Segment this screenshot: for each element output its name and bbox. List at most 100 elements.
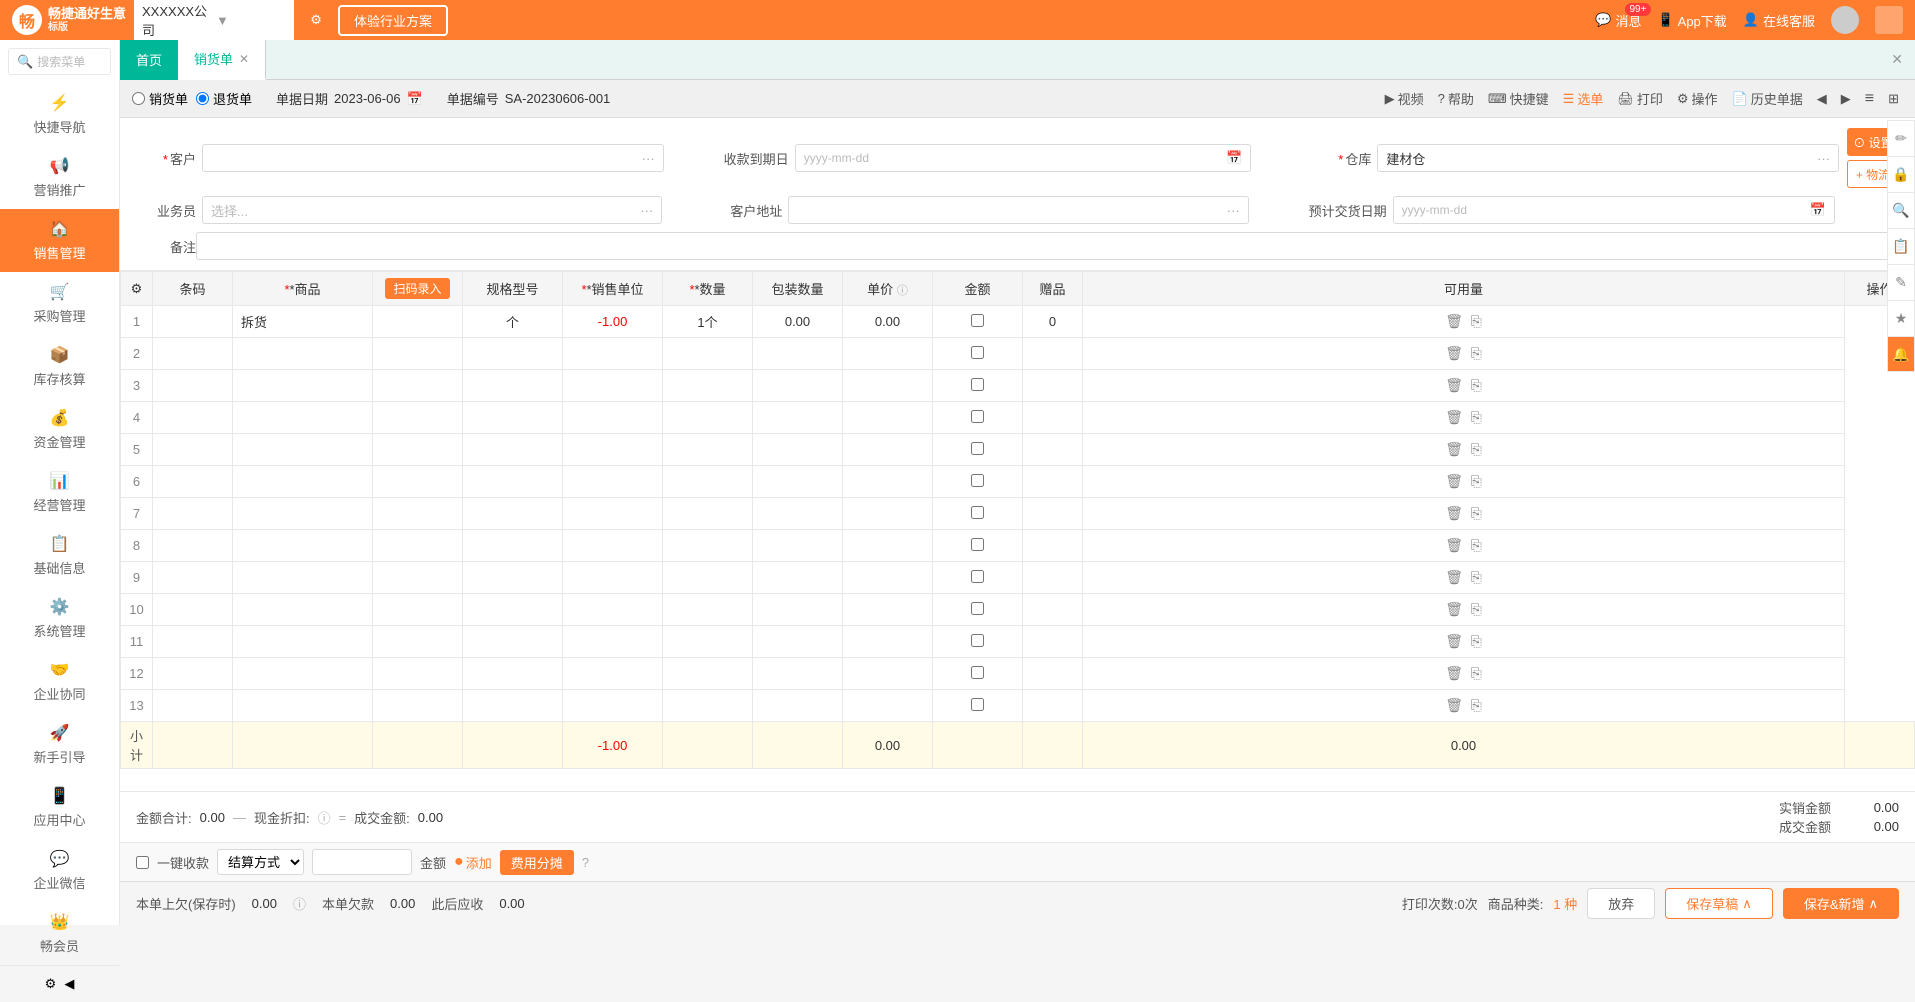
row-product[interactable] bbox=[233, 498, 373, 530]
history-btn[interactable]: 📄 历史单据 bbox=[1728, 87, 1807, 110]
row-pkg-qty[interactable]: 1个 bbox=[663, 306, 753, 338]
row-pkg-qty[interactable] bbox=[663, 594, 753, 626]
sidebar-collapse-icon[interactable]: ◀ bbox=[64, 976, 74, 992]
row-spec[interactable] bbox=[373, 626, 463, 658]
row-qty[interactable] bbox=[563, 370, 663, 402]
sidebar-item-sales[interactable]: 🏠 销售管理 bbox=[0, 209, 119, 272]
tab-close-all[interactable]: ✕ bbox=[1891, 51, 1915, 68]
copy-icon[interactable]: ⎘ bbox=[1471, 601, 1482, 617]
price-info-icon[interactable]: ⓘ bbox=[897, 285, 908, 297]
row-qty[interactable] bbox=[563, 338, 663, 370]
row-gift[interactable] bbox=[933, 466, 1023, 498]
gift-checkbox[interactable] bbox=[971, 506, 984, 519]
row-unit[interactable] bbox=[463, 594, 563, 626]
row-price[interactable] bbox=[753, 370, 843, 402]
row-gift[interactable] bbox=[933, 530, 1023, 562]
row-unit[interactable] bbox=[463, 466, 563, 498]
warehouse-input[interactable]: 建材仓 ··· bbox=[1377, 144, 1839, 172]
row-unit[interactable] bbox=[463, 530, 563, 562]
sidebar-item-finance[interactable]: 💰 资金管理 bbox=[0, 398, 119, 461]
copy-icon[interactable]: ⎘ bbox=[1471, 569, 1482, 585]
row-qty[interactable]: -1.00 bbox=[563, 306, 663, 338]
row-pkg-qty[interactable] bbox=[663, 370, 753, 402]
radio-return-label[interactable]: 退货单 bbox=[213, 89, 252, 108]
sidebar-item-member[interactable]: 👑 畅会员 bbox=[0, 902, 119, 965]
add-btn-wrapper[interactable]: ● 添加 bbox=[454, 853, 492, 872]
delete-icon[interactable]: 🗑 bbox=[1445, 697, 1463, 713]
address-input[interactable]: ··· bbox=[788, 196, 1248, 224]
add-label[interactable]: 添加 bbox=[466, 853, 492, 872]
delete-icon[interactable]: 🗑 bbox=[1445, 313, 1463, 329]
row-product[interactable] bbox=[233, 626, 373, 658]
app-download-btn[interactable]: 📱 App下载 bbox=[1657, 11, 1726, 30]
gift-checkbox[interactable] bbox=[971, 410, 984, 423]
float-btn-6[interactable]: ★ bbox=[1887, 300, 1915, 336]
settings-button[interactable]: ⚙ bbox=[302, 6, 330, 34]
row-price[interactable] bbox=[753, 402, 843, 434]
copy-icon[interactable]: ⎘ bbox=[1471, 665, 1482, 681]
row-amount[interactable] bbox=[843, 562, 933, 594]
copy-icon[interactable]: ⎘ bbox=[1471, 345, 1482, 361]
float-btn-1[interactable]: ✏ bbox=[1887, 120, 1915, 156]
row-spec[interactable] bbox=[373, 498, 463, 530]
row-qty[interactable] bbox=[563, 658, 663, 690]
row-amount[interactable] bbox=[843, 658, 933, 690]
delete-icon[interactable]: 🗑 bbox=[1445, 345, 1463, 361]
float-btn-4[interactable]: 📋 bbox=[1887, 228, 1915, 264]
row-qty[interactable] bbox=[563, 530, 663, 562]
row-price[interactable] bbox=[753, 562, 843, 594]
print-btn[interactable]: 🖨 打印 bbox=[1613, 87, 1667, 110]
row-price[interactable] bbox=[753, 466, 843, 498]
row-pkg-qty[interactable] bbox=[663, 690, 753, 722]
copy-icon[interactable]: ⎘ bbox=[1471, 473, 1482, 489]
row-pkg-qty[interactable] bbox=[663, 434, 753, 466]
delivery-input[interactable]: yyyy-mm-dd 📅 bbox=[1393, 196, 1835, 224]
one-click-checkbox[interactable] bbox=[136, 856, 149, 869]
tab-home[interactable]: 首页 bbox=[120, 40, 178, 80]
row-gift[interactable] bbox=[933, 594, 1023, 626]
sidebar-item-operation[interactable]: 📊 经营管理 bbox=[0, 461, 119, 524]
avatar[interactable] bbox=[1831, 6, 1859, 34]
customer-input[interactable]: ··· bbox=[202, 144, 664, 172]
row-amount[interactable] bbox=[843, 690, 933, 722]
row-pkg-qty[interactable] bbox=[663, 498, 753, 530]
row-unit[interactable] bbox=[463, 562, 563, 594]
row-qty[interactable] bbox=[563, 690, 663, 722]
row-price[interactable] bbox=[753, 530, 843, 562]
row-amount[interactable] bbox=[843, 370, 933, 402]
row-product[interactable] bbox=[233, 370, 373, 402]
company-selector[interactable]: XXXXXX公司 ▼ bbox=[134, 0, 294, 43]
total-owe-label-icon[interactable]: ⓘ bbox=[293, 894, 306, 913]
discount-info-icon[interactable]: ⓘ bbox=[318, 808, 331, 827]
gift-checkbox[interactable] bbox=[971, 314, 984, 327]
select-btn[interactable]: ☰ 选单 bbox=[1559, 87, 1608, 110]
row-qty[interactable] bbox=[563, 466, 663, 498]
row-unit[interactable] bbox=[463, 434, 563, 466]
gift-checkbox[interactable] bbox=[971, 442, 984, 455]
message-btn[interactable]: 💬 消息 99+ bbox=[1595, 11, 1641, 30]
abandon-btn[interactable]: 放弃 bbox=[1587, 888, 1655, 919]
save-draft-btn[interactable]: 保存草稿 ∧ bbox=[1665, 888, 1773, 919]
row-barcode[interactable] bbox=[153, 530, 233, 562]
row-pkg-qty[interactable] bbox=[663, 530, 753, 562]
expense-btn[interactable]: 费用分摊 bbox=[500, 850, 574, 875]
delete-icon[interactable]: 🗑 bbox=[1445, 601, 1463, 617]
row-spec[interactable] bbox=[373, 530, 463, 562]
gift-checkbox[interactable] bbox=[971, 538, 984, 551]
row-gift[interactable] bbox=[933, 562, 1023, 594]
operation-btn[interactable]: ⚙ 操作 bbox=[1673, 87, 1722, 110]
row-pkg-qty[interactable] bbox=[663, 402, 753, 434]
customer-dots[interactable]: ··· bbox=[642, 151, 655, 166]
row-barcode[interactable] bbox=[153, 466, 233, 498]
float-btn-2[interactable]: 🔒 bbox=[1887, 156, 1915, 192]
row-unit[interactable] bbox=[463, 690, 563, 722]
delivery-calendar-icon[interactable]: 📅 bbox=[1810, 202, 1826, 218]
row-barcode[interactable] bbox=[153, 434, 233, 466]
row-barcode[interactable] bbox=[153, 626, 233, 658]
delete-icon[interactable]: 🗑 bbox=[1445, 633, 1463, 649]
payment-method-select[interactable]: 结算方式 bbox=[217, 849, 304, 875]
gift-checkbox[interactable] bbox=[971, 698, 984, 711]
radio-sales[interactable]: 销货单 bbox=[132, 89, 188, 108]
row-product[interactable] bbox=[233, 690, 373, 722]
online-service-btn[interactable]: 👤 在线客服 bbox=[1743, 11, 1815, 30]
